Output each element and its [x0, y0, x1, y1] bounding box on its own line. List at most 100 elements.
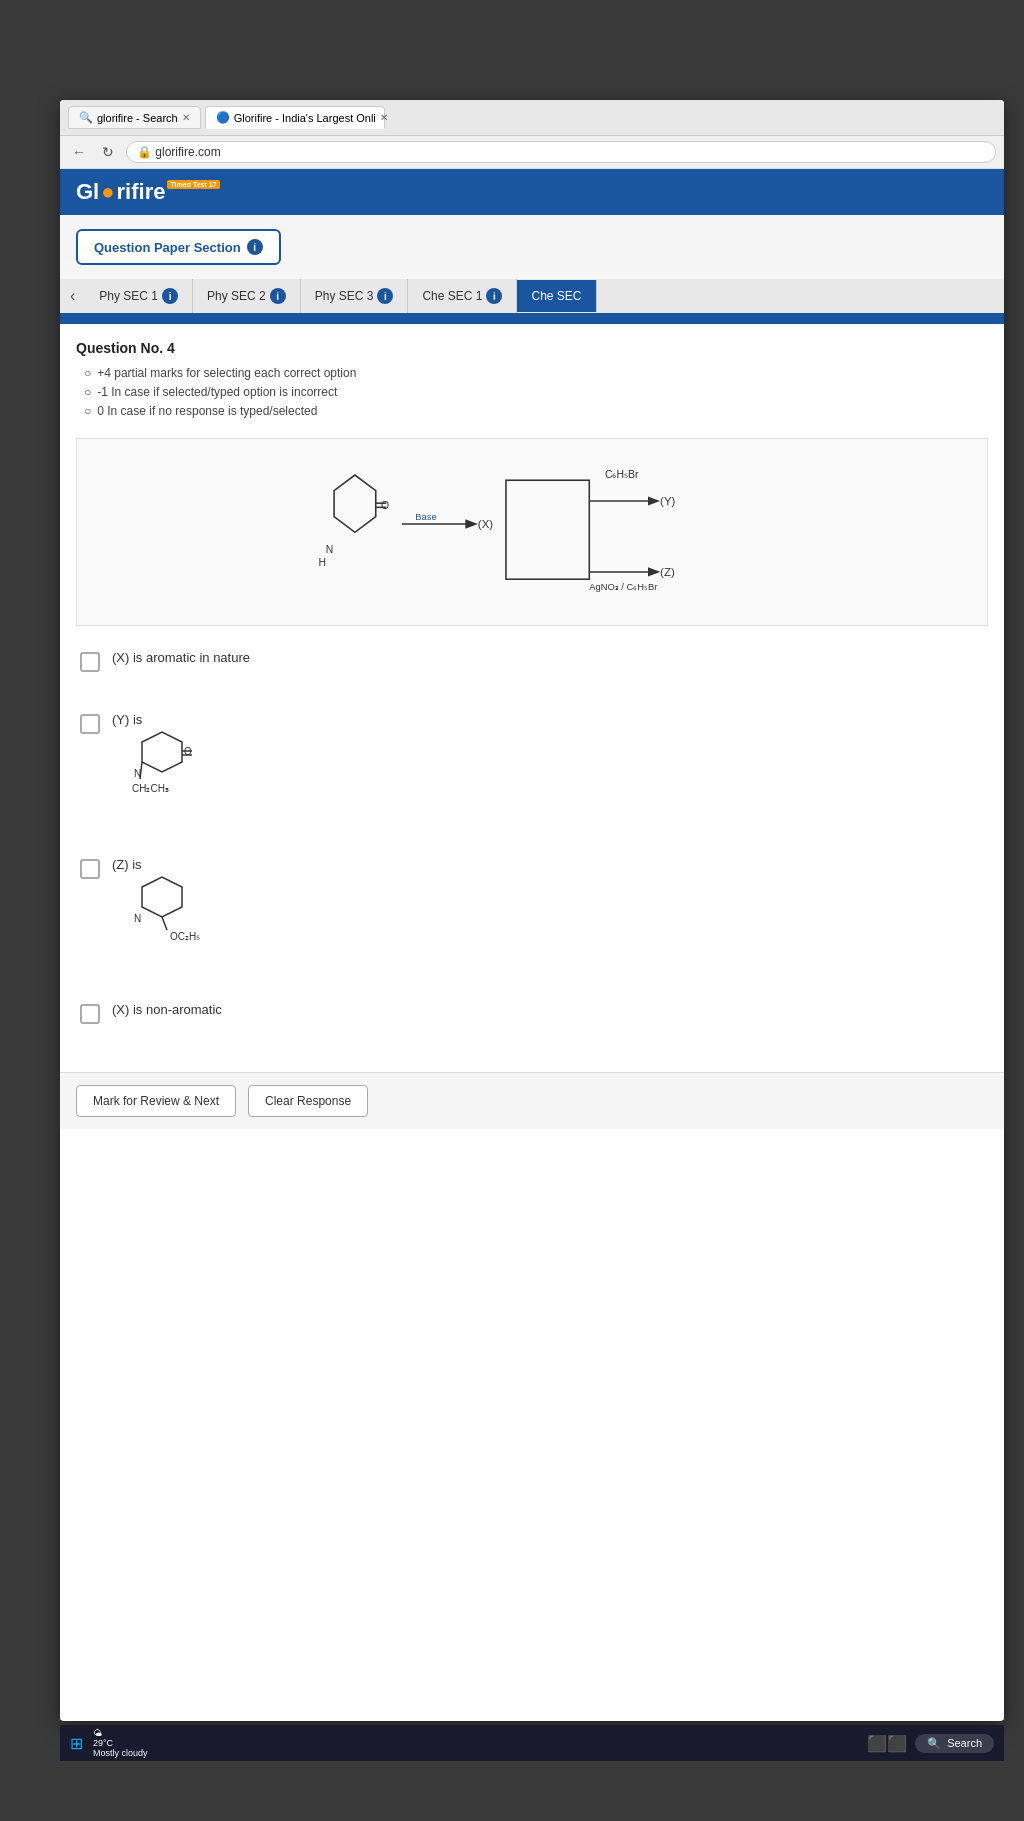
- instructions-block: ○ +4 partial marks for selecting each co…: [76, 364, 988, 422]
- blue-bar: [60, 316, 1004, 324]
- windows-start-button[interactable]: ⊞: [70, 1734, 83, 1753]
- tab-che-sec-label: Che SEC: [531, 289, 581, 303]
- site-logo: Gl ● rifire Timed Test 17: [76, 179, 220, 205]
- logo-dot: ●: [101, 179, 114, 205]
- refresh-button[interactable]: ↻: [98, 142, 118, 162]
- search-tab-label: glorifire - Search: [97, 112, 178, 124]
- svg-text:C₆H₅Br: C₆H₅Br: [605, 469, 639, 480]
- browser-window: 🔍 glorifire - Search ✕ 🔵 Glorifire - Ind…: [60, 100, 1004, 1721]
- svg-text:(Z): (Z): [660, 566, 675, 578]
- weather-icon: 🌤: [93, 1728, 148, 1738]
- question-area: Question No. 4 ○ +4 partial marks for se…: [60, 324, 1004, 1072]
- instruction-3: ○ 0 In case if no response is typed/sele…: [84, 402, 988, 421]
- address-bar[interactable]: 🔒 glorifire.com: [126, 141, 996, 163]
- tab-phy-sec-2[interactable]: Phy SEC 2 i: [193, 279, 301, 313]
- option-a-row: (X) is aromatic in nature: [76, 642, 988, 680]
- option-b-structure: O N CH₂CH₃: [112, 727, 232, 817]
- tabs-nav-left[interactable]: ‹: [60, 279, 85, 313]
- website-content: Gl ● rifire Timed Test 17 Question Paper…: [60, 169, 1004, 1720]
- weather-desc: Mostly cloudy: [93, 1748, 148, 1758]
- option-c-checkbox[interactable]: [80, 859, 100, 879]
- tab-phy-sec-2-label: Phy SEC 2: [207, 289, 266, 303]
- svg-text:CH₂CH₃: CH₂CH₃: [132, 783, 169, 794]
- option-d-text: (X) is non-aromatic: [112, 1002, 222, 1017]
- svg-text:N: N: [326, 544, 334, 555]
- svg-rect-9: [506, 480, 589, 579]
- taskbar-search-box[interactable]: 🔍 Search: [915, 1734, 994, 1753]
- pyridone-structure: N H O: [318, 475, 389, 568]
- option-b-image: (Y) is O N CH₂CH₃: [112, 712, 232, 817]
- tab-che-sec[interactable]: Che SEC: [517, 280, 596, 312]
- taskbar-search-icon: 🔍: [927, 1737, 941, 1750]
- tab-phy-sec-1-label: Phy SEC 1: [99, 289, 158, 303]
- option-a-checkbox[interactable]: [80, 652, 100, 672]
- browser-nav: ← ↻ 🔒 glorifire.com: [60, 136, 1004, 169]
- glorifire-tab-icon: 🔵: [216, 111, 230, 124]
- reaction-svg: N H O Base (X): [282, 449, 782, 616]
- browser-tab-search[interactable]: 🔍 glorifire - Search ✕: [68, 106, 201, 129]
- logo-text-gl: Gl: [76, 179, 99, 205]
- clear-response-button[interactable]: Clear Response: [248, 1085, 368, 1117]
- tab-che-sec-1-info: i: [486, 288, 502, 304]
- option-d-checkbox[interactable]: [80, 1004, 100, 1024]
- tab-phy-sec-3-info: i: [377, 288, 393, 304]
- svg-line-21: [140, 762, 142, 779]
- option-a-text: (X) is aromatic in nature: [112, 650, 250, 665]
- taskbar-icons: ⬛⬛ 🔍 Search: [867, 1734, 994, 1753]
- bullet-3: ○: [84, 402, 91, 421]
- tab-phy-sec-1-info: i: [162, 288, 178, 304]
- svg-text:O: O: [381, 500, 389, 511]
- logo-text-rifire: rifire: [117, 179, 166, 205]
- browser-tab-glorifire[interactable]: 🔵 Glorifire - India's Largest Onli ✕: [205, 106, 385, 129]
- reaction-diagram: N H O Base (X): [76, 438, 988, 627]
- tab-che-sec-1-label: Che SEC 1: [422, 289, 482, 303]
- svg-text:Base: Base: [415, 511, 436, 521]
- instruction-2: ○ -1 In case if selected/typed option is…: [84, 383, 988, 402]
- laptop-frame: 🔍 glorifire - Search ✕ 🔵 Glorifire - Ind…: [0, 0, 1024, 1821]
- bullet-2: ○: [84, 383, 91, 402]
- instruction-text-3: 0 In case if no response is typed/select…: [97, 402, 317, 421]
- option-c-image: (Z) is N OC₂H₅: [112, 857, 252, 962]
- taskbar-weather: 🌤 29°C Mostly cloudy: [93, 1728, 148, 1758]
- section-header: Question Paper Section i: [60, 215, 1004, 279]
- tab-che-sec-1[interactable]: Che SEC 1 i: [408, 279, 517, 313]
- weather-temp: 29°C: [93, 1738, 148, 1748]
- svg-text:(X): (X): [478, 518, 493, 530]
- svg-text:OC₂H₅: OC₂H₅: [170, 931, 200, 942]
- instruction-text-2: -1 In case if selected/typed option is i…: [97, 383, 337, 402]
- tab-phy-sec-1[interactable]: Phy SEC 1 i: [85, 279, 193, 313]
- svg-text:AgNO₃ / C₆H₅Br: AgNO₃ / C₆H₅Br: [589, 581, 657, 591]
- option-c-label: (Z) is: [112, 857, 142, 872]
- search-tab-icon: 🔍: [79, 111, 93, 124]
- section-tabs: ‹ Phy SEC 1 i Phy SEC 2 i Phy SEC 3 i Ch…: [60, 279, 1004, 316]
- bullet-1: ○: [84, 364, 91, 383]
- glorifire-tab-label: Glorifire - India's Largest Onli: [234, 112, 376, 124]
- svg-marker-16: [142, 732, 182, 772]
- mark-review-button[interactable]: Mark for Review & Next: [76, 1085, 236, 1117]
- search-tab-close[interactable]: ✕: [182, 112, 190, 123]
- svg-text:N: N: [134, 913, 141, 924]
- option-b-row: (Y) is O N CH₂CH₃: [76, 704, 988, 825]
- svg-marker-0: [334, 475, 376, 532]
- browser-chrome: 🔍 glorifire - Search ✕ 🔵 Glorifire - Ind…: [60, 100, 1004, 136]
- option-b-label: (Y) is: [112, 712, 142, 727]
- answer-options: (X) is aromatic in nature (Y) is O: [76, 642, 988, 1032]
- svg-marker-23: [142, 877, 182, 917]
- taskbar-search-label: Search: [947, 1737, 982, 1749]
- option-c-structure: N OC₂H₅: [112, 872, 252, 962]
- tab-phy-sec-3-label: Phy SEC 3: [315, 289, 374, 303]
- question-paper-section-button[interactable]: Question Paper Section i: [76, 229, 281, 265]
- windows-icon[interactable]: ⬛⬛: [867, 1734, 907, 1753]
- lock-icon: 🔒: [137, 145, 152, 159]
- logo-badge: Timed Test 17: [167, 180, 219, 189]
- option-c-row: (Z) is N OC₂H₅: [76, 849, 988, 970]
- back-button[interactable]: ←: [68, 142, 90, 162]
- option-b-checkbox[interactable]: [80, 714, 100, 734]
- instruction-1: ○ +4 partial marks for selecting each co…: [84, 364, 988, 383]
- taskbar: ⊞ 🌤 29°C Mostly cloudy ⬛⬛ 🔍 Search: [60, 1725, 1004, 1761]
- tab-phy-sec-3[interactable]: Phy SEC 3 i: [301, 279, 409, 313]
- glorifire-tab-close[interactable]: ✕: [380, 112, 388, 123]
- qp-button-label: Question Paper Section: [94, 240, 241, 255]
- svg-text:(Y): (Y): [660, 495, 675, 507]
- question-number: Question No. 4: [76, 340, 988, 356]
